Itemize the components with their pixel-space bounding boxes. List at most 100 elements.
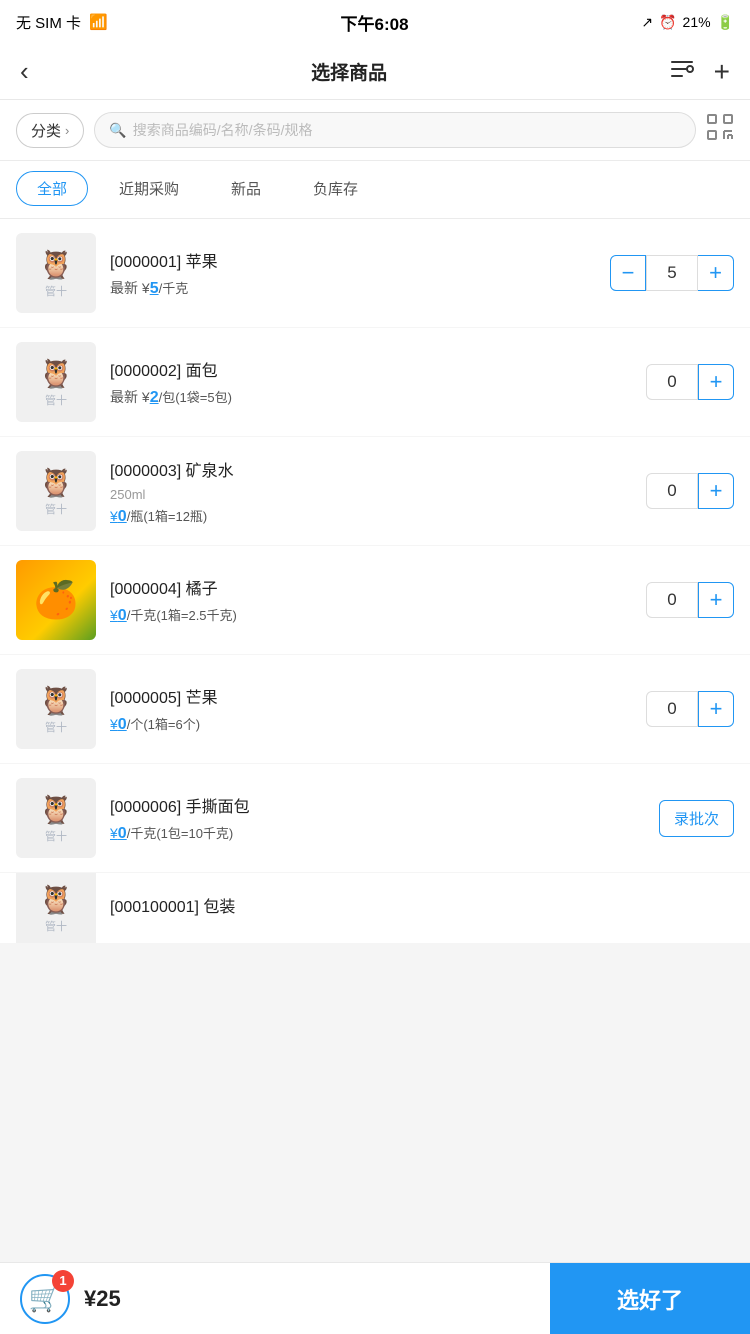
scan-button[interactable] xyxy=(706,113,734,148)
brand-label: 管十 xyxy=(45,828,67,844)
product-price: 最新 ¥5/千克 xyxy=(110,278,598,298)
filter-bar: 分类 › 🔍 搜索商品编码/名称/条码/规格 xyxy=(0,100,750,161)
product-price: ¥0/瓶(1箱=12瓶) xyxy=(110,506,634,526)
product-name: [000100001] 包装 xyxy=(110,893,734,917)
product-info: [0000005] 芒果 ¥0/个(1箱=6个) xyxy=(110,684,634,734)
cart-badge: 1 xyxy=(52,1270,74,1292)
list-item: 🦉 管十 [0000003] 矿泉水 250ml ¥0/瓶(1箱=12瓶) 0 … xyxy=(0,437,750,545)
search-icon: 🔍 xyxy=(109,122,126,139)
brand-owl-icon: 🦉 xyxy=(39,684,74,717)
product-thumbnail: 🦉 管十 xyxy=(16,233,96,313)
product-name: [0000001] 苹果 xyxy=(110,248,598,272)
product-thumbnail: 🦉 管十 xyxy=(16,778,96,858)
status-left: 无 SIM 卡 📶 xyxy=(16,12,108,33)
brand-owl-icon: 🦉 xyxy=(39,248,74,281)
product-price: ¥0/千克(1箱=2.5千克) xyxy=(110,605,634,625)
list-item: 🦉 管十 [0000006] 手撕面包 ¥0/千克(1包=10千克) 录批次 xyxy=(0,764,750,872)
brand-owl-icon: 🦉 xyxy=(39,883,74,916)
search-placeholder: 搜索商品编码/名称/条码/规格 xyxy=(133,120,313,140)
quantity-display: 0 xyxy=(646,473,698,509)
product-info: [0000001] 苹果 最新 ¥5/千克 xyxy=(110,248,598,298)
product-price: ¥0/千克(1包=10千克) xyxy=(110,823,659,843)
alarm-icon: ⏰ xyxy=(659,14,676,31)
wifi-icon: 📶 xyxy=(89,13,108,31)
status-time: 下午6:08 xyxy=(341,10,409,35)
product-name: [0000004] 橘子 xyxy=(110,575,634,599)
product-info: [0000003] 矿泉水 250ml ¥0/瓶(1箱=12瓶) xyxy=(110,457,634,526)
tab-all[interactable]: 全部 xyxy=(16,171,88,206)
quantity-increase-button[interactable]: + xyxy=(698,473,734,509)
list-item: 🦉 管十 [0000002] 面包 最新 ¥2/包(1袋=5包) 0 + xyxy=(0,328,750,436)
cart-section: 🛒 1 ¥25 xyxy=(0,1274,550,1324)
nav-left: ‹ xyxy=(20,56,29,87)
cart-total: ¥25 xyxy=(84,1286,121,1312)
cart-icon-wrap[interactable]: 🛒 1 xyxy=(20,1274,70,1324)
tab-negative[interactable]: 负库存 xyxy=(292,171,379,206)
product-name: [0000002] 面包 xyxy=(110,357,634,381)
confirm-button[interactable]: 选好了 xyxy=(550,1263,750,1334)
location-icon: ↗ xyxy=(641,14,653,31)
quantity-increase-button[interactable]: + xyxy=(698,582,734,618)
search-box[interactable]: 🔍 搜索商品编码/名称/条码/规格 xyxy=(94,112,696,148)
brand-label: 管十 xyxy=(45,283,67,299)
nav-right: + xyxy=(670,56,730,88)
product-info: [0000002] 面包 最新 ¥2/包(1袋=5包) xyxy=(110,357,634,407)
list-item: 🦉 管十 [000100001] 包装 xyxy=(0,873,750,943)
quantity-display: 0 xyxy=(646,582,698,618)
brand-label: 管十 xyxy=(45,719,67,735)
chevron-right-icon: › xyxy=(65,123,69,138)
quantity-increase-button[interactable]: + xyxy=(698,364,734,400)
brand-owl-icon: 🦉 xyxy=(39,793,74,826)
product-info: [0000006] 手撕面包 ¥0/千克(1包=10千克) xyxy=(110,793,659,843)
nav-bar: ‹ 选择商品 + xyxy=(0,44,750,100)
product-spec: 250ml xyxy=(110,487,634,502)
quantity-increase-button[interactable]: + xyxy=(698,255,734,291)
add-button[interactable]: + xyxy=(714,56,730,88)
page-title: 选择商品 xyxy=(311,58,387,85)
batch-record-button[interactable]: 录批次 xyxy=(659,800,734,837)
quantity-decrease-button[interactable]: − xyxy=(610,255,646,291)
product-thumbnail: 🦉 管十 xyxy=(16,342,96,422)
tab-bar: 全部 近期采购 新品 负库存 xyxy=(0,161,750,219)
brand-label: 管十 xyxy=(45,392,67,408)
category-button[interactable]: 分类 › xyxy=(16,113,84,148)
bottom-bar: 🛒 1 ¥25 选好了 xyxy=(0,1262,750,1334)
product-name: [0000003] 矿泉水 xyxy=(110,457,634,481)
quantity-display: 5 xyxy=(646,255,698,291)
quantity-control: 0 + xyxy=(646,473,734,509)
tab-new[interactable]: 新品 xyxy=(210,171,282,206)
list-item: 🦉 管十 [0000005] 芒果 ¥0/个(1箱=6个) 0 + xyxy=(0,655,750,763)
product-price: ¥0/个(1箱=6个) xyxy=(110,714,634,734)
quantity-control: 0 + xyxy=(646,364,734,400)
category-label: 分类 xyxy=(31,120,61,141)
status-right: ↗ ⏰ 21% 🔋 xyxy=(641,14,734,31)
battery-level: 21% xyxy=(683,14,711,30)
brand-label: 管十 xyxy=(45,501,67,517)
quantity-control: 0 + xyxy=(646,582,734,618)
product-name: [0000006] 手撕面包 xyxy=(110,793,659,817)
list-item: 🦉 管十 [0000001] 苹果 最新 ¥5/千克 − 5 + xyxy=(0,219,750,327)
filter-icon[interactable] xyxy=(670,58,694,86)
quantity-control: − 5 + xyxy=(610,255,734,291)
battery-icon: 🔋 xyxy=(717,14,734,31)
product-thumbnail: 🦉 管十 xyxy=(16,669,96,749)
product-price: 最新 ¥2/包(1袋=5包) xyxy=(110,387,634,407)
product-thumbnail: 🦉 管十 xyxy=(16,451,96,531)
brand-owl-icon: 🦉 xyxy=(39,466,74,499)
product-list: 🦉 管十 [0000001] 苹果 最新 ¥5/千克 − 5 + 🦉 管十 [0… xyxy=(0,219,750,943)
product-thumbnail: 🦉 管十 xyxy=(16,873,96,943)
quantity-display: 0 xyxy=(646,691,698,727)
product-thumbnail: 🍊 xyxy=(16,560,96,640)
status-bar: 无 SIM 卡 📶 下午6:08 ↗ ⏰ 21% 🔋 xyxy=(0,0,750,44)
back-button[interactable]: ‹ xyxy=(20,56,29,87)
tab-recent[interactable]: 近期采购 xyxy=(98,171,200,206)
product-info: [0000004] 橘子 ¥0/千克(1箱=2.5千克) xyxy=(110,575,634,625)
quantity-increase-button[interactable]: + xyxy=(698,691,734,727)
brand-label: 管十 xyxy=(45,918,67,934)
product-name: [0000005] 芒果 xyxy=(110,684,634,708)
quantity-display: 0 xyxy=(646,364,698,400)
list-item: 🍊 [0000004] 橘子 ¥0/千克(1箱=2.5千克) 0 + xyxy=(0,546,750,654)
quantity-control: 0 + xyxy=(646,691,734,727)
product-info: [000100001] 包装 xyxy=(110,893,734,923)
brand-owl-icon: 🦉 xyxy=(39,357,74,390)
